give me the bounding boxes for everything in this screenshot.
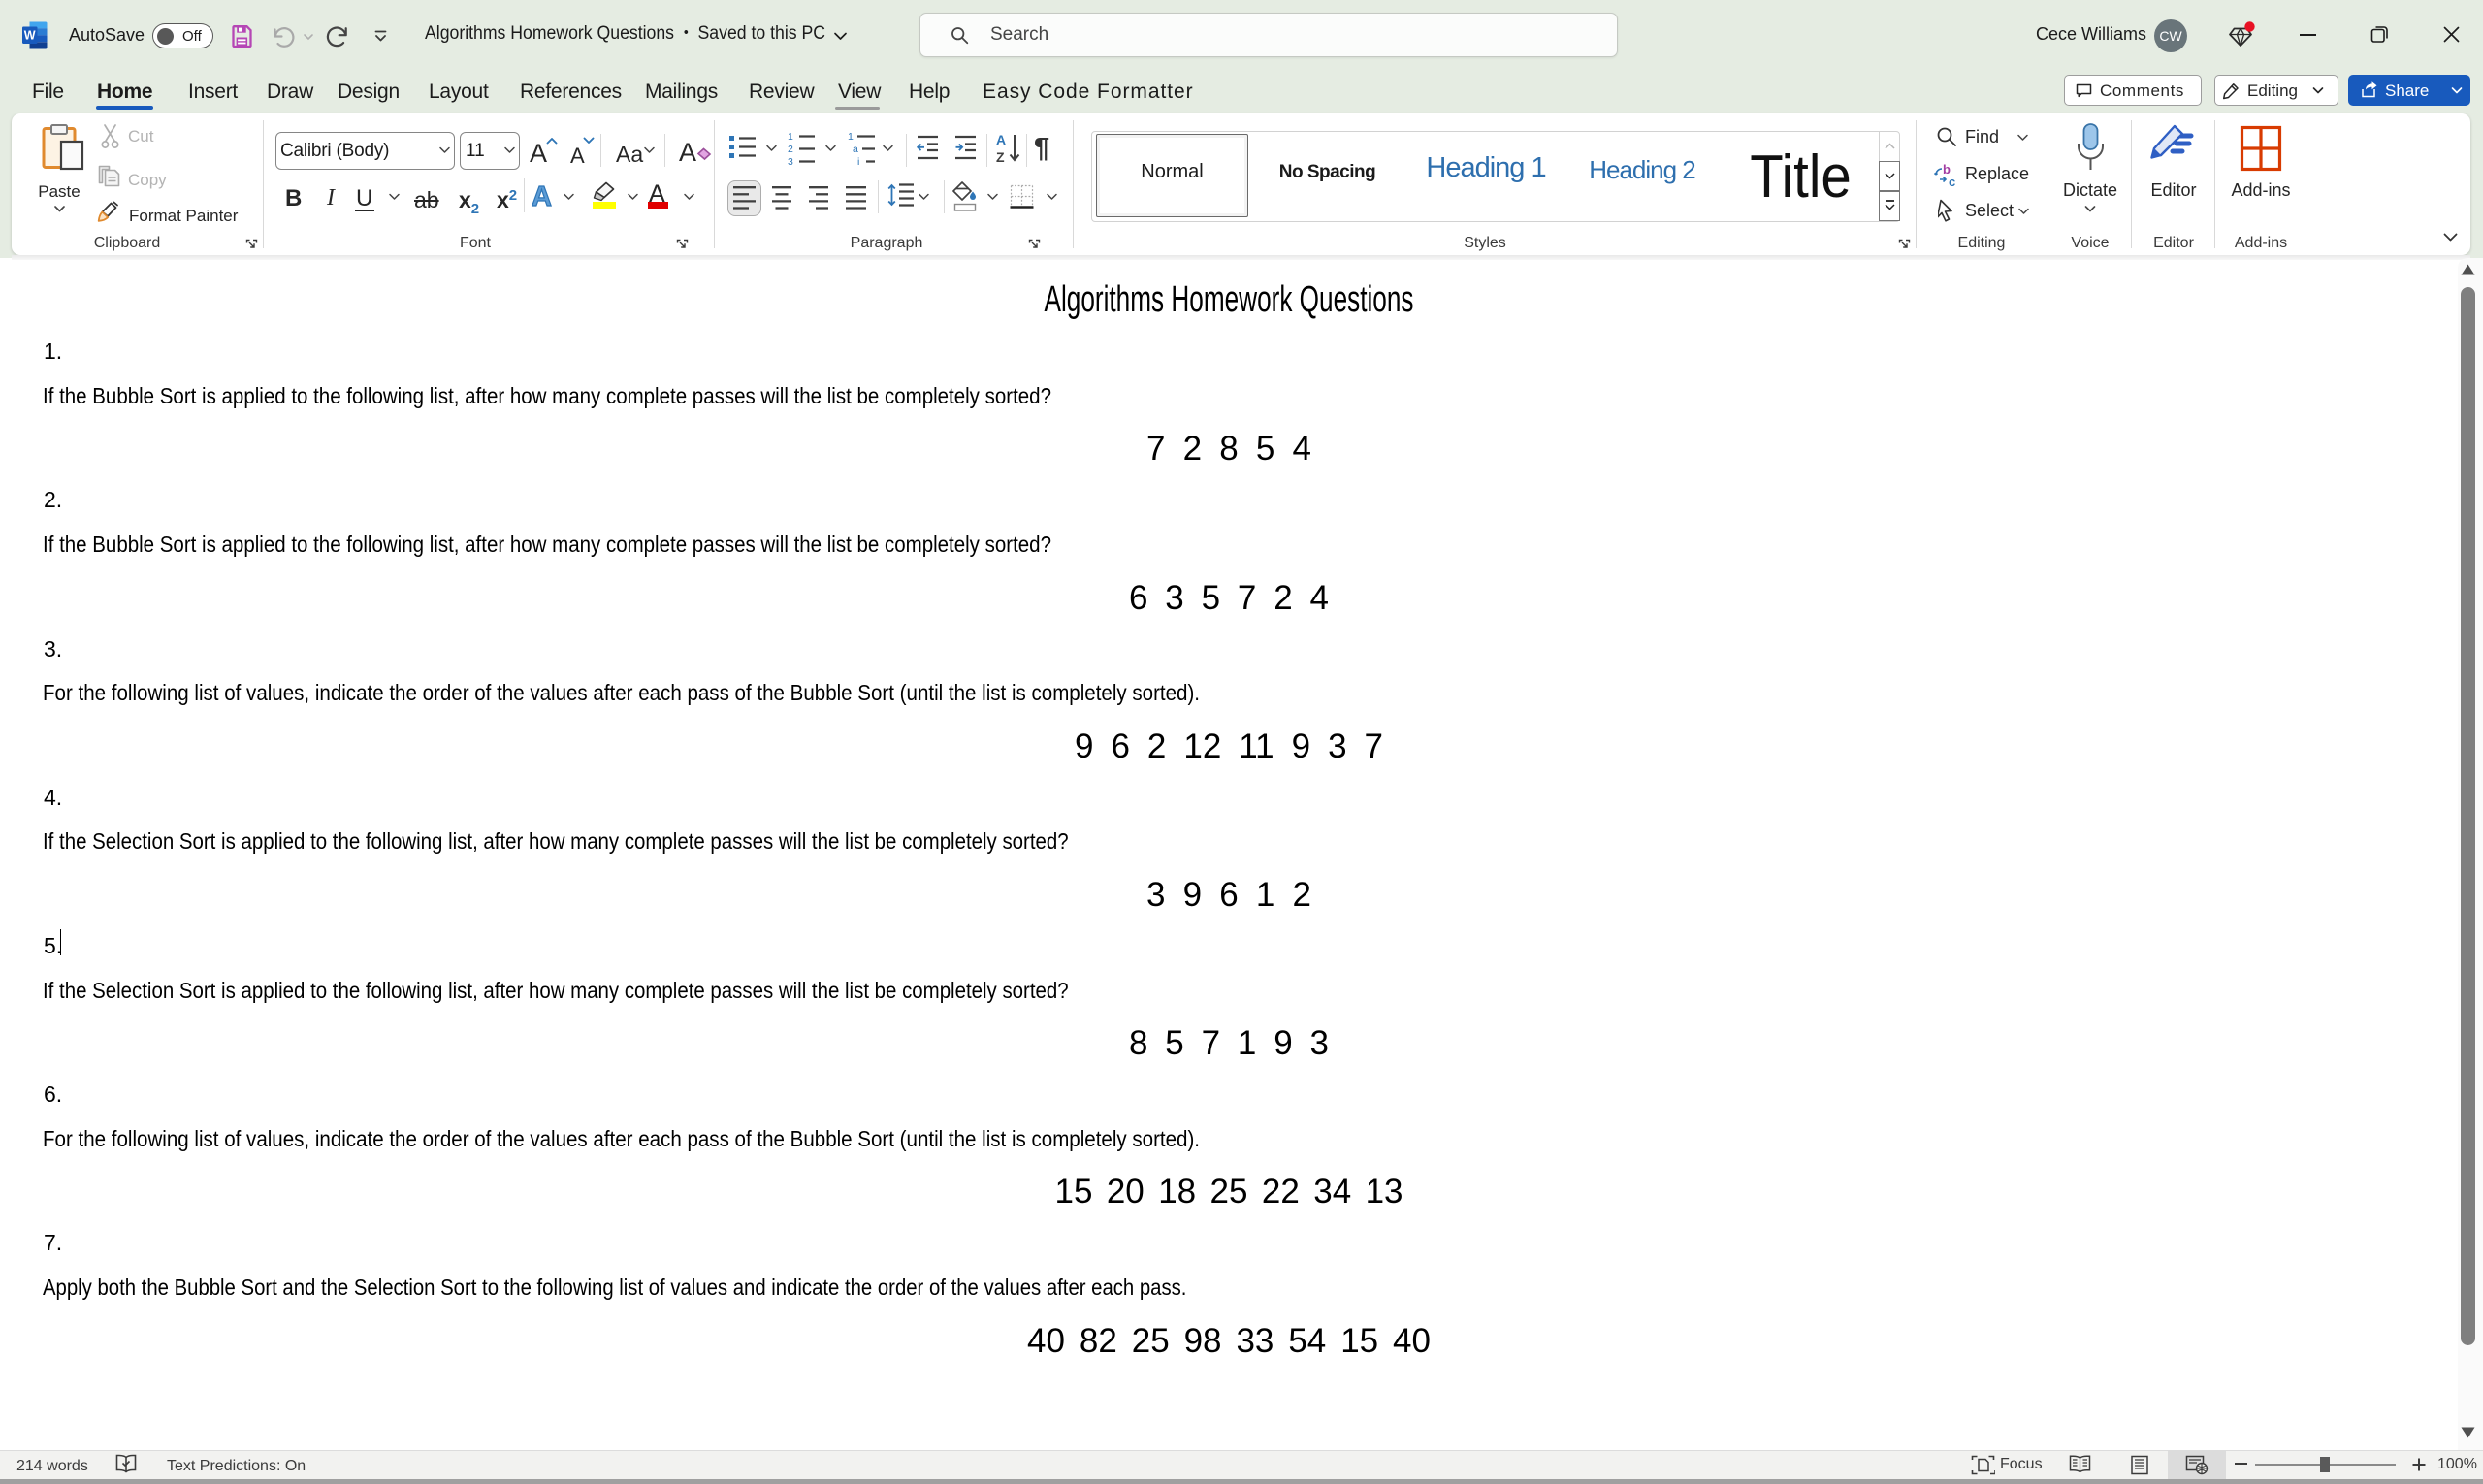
- svg-text:1: 1: [848, 131, 854, 143]
- svg-text:c: c: [1949, 175, 1955, 188]
- svg-text:i: i: [857, 156, 859, 167]
- svg-text:1: 1: [788, 131, 793, 143]
- svg-text:W: W: [24, 29, 36, 43]
- svg-text:Z: Z: [996, 149, 1005, 165]
- svg-text:3: 3: [788, 156, 793, 167]
- svg-text:A: A: [996, 132, 1006, 147]
- svg-text:2: 2: [788, 144, 793, 155]
- svg-text:a: a: [853, 144, 858, 155]
